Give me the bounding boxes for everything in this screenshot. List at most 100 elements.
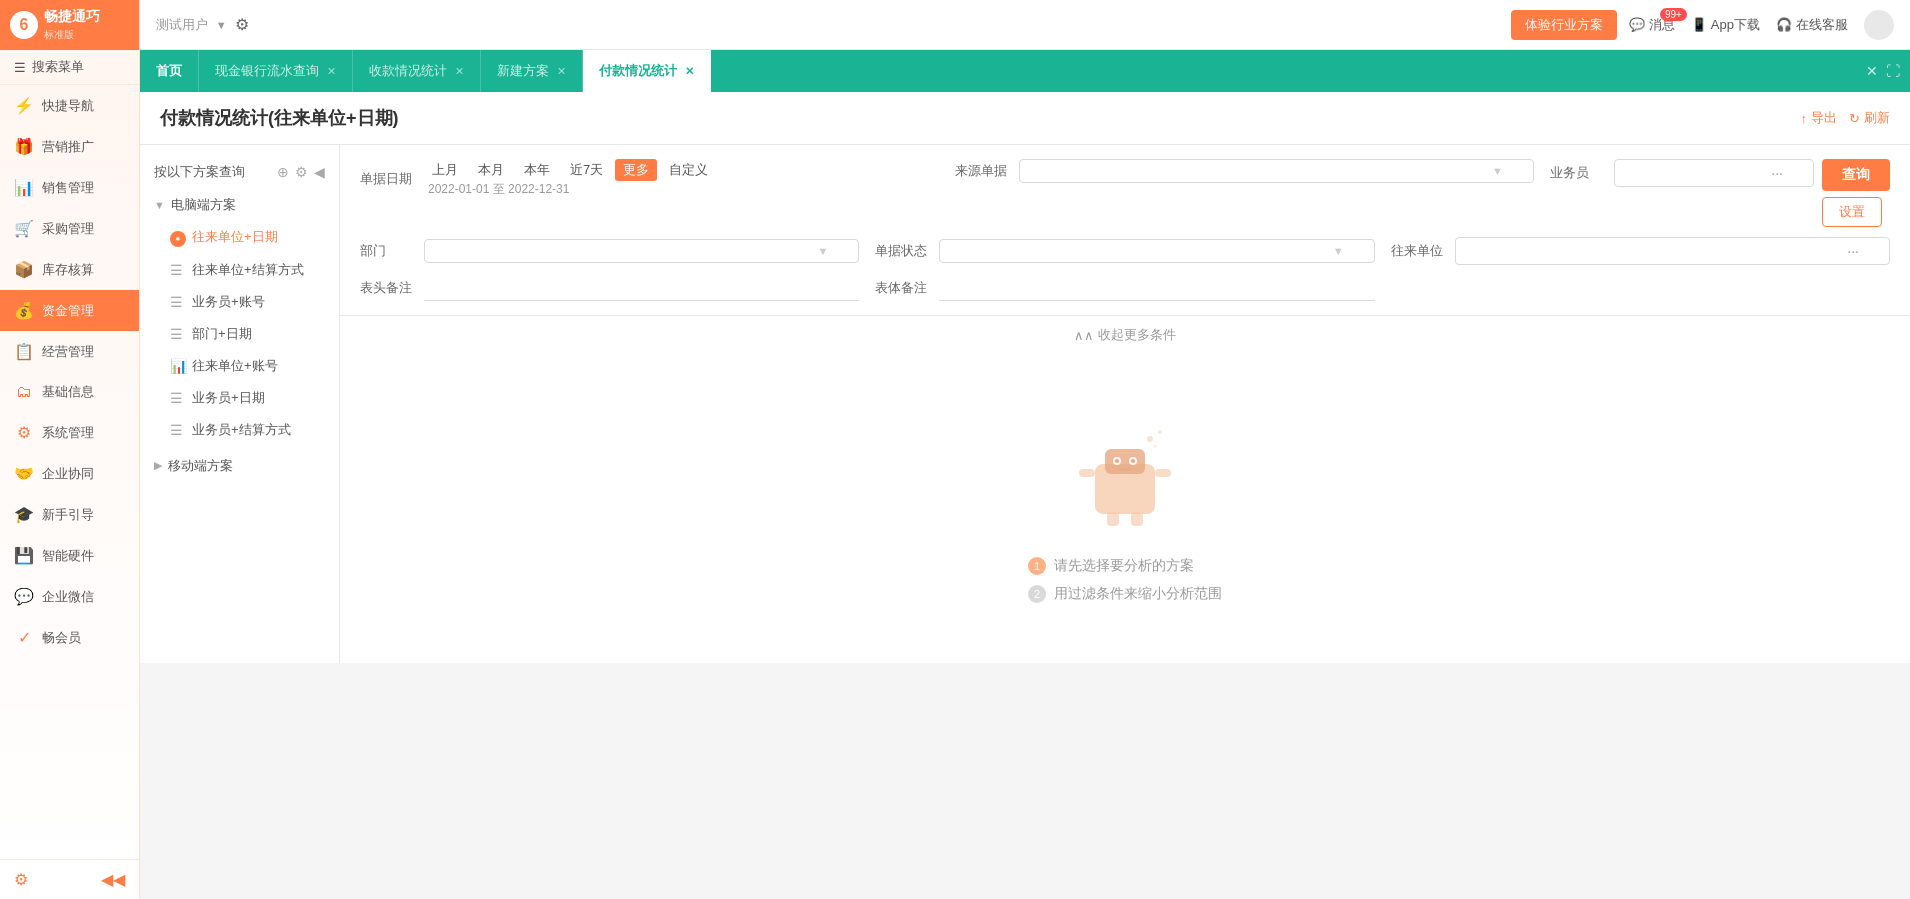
mobile-group-chevron-icon: ▶ [154,459,162,472]
date-btn-custom[interactable]: 自定义 [661,159,716,181]
app-download-btn[interactable]: 📱 App下载 [1691,16,1760,34]
setting-btn[interactable]: 设置 [1822,197,1882,227]
sidebar-item-purchase[interactable]: 🛒 采购管理 [0,208,139,249]
agent-dots-icon[interactable]: ··· [1771,165,1783,181]
tabbar-maximize-icon[interactable]: ⛶ [1886,63,1900,79]
partner-select[interactable]: ··· [1455,237,1890,265]
plan-item-agent-account[interactable]: ☰ 业务员+账号 [140,286,339,318]
main-area: 测试用户 ▼ ⚙ 体验行业方案 💬 消息 99+ 📱 App下载 🎧 在线客服 [140,0,1910,899]
sidebar-item-guide[interactable]: 🎓 新手引导 [0,494,139,535]
tab-receivable[interactable]: 收款情况统计 ✕ [353,50,481,92]
sidebar-item-sales[interactable]: 📊 销售管理 [0,167,139,208]
plan-item-partner-account[interactable]: 📊 往来单位+账号 [140,350,339,382]
settings-plan-icon[interactable]: ⚙ [295,164,308,180]
tab-home[interactable]: 首页 [140,50,199,92]
plan-item-icon-1: ☰ [170,262,186,278]
date-btn-last-month[interactable]: 上月 [424,159,466,181]
add-plan-icon[interactable]: ⊕ [277,164,289,180]
dept-chevron-icon: ▼ [817,245,828,257]
user-name: 测试用户 [156,16,212,34]
filter-header-note: 表头备注 [360,275,859,301]
plan-item-label: 部门+日期 [192,325,252,343]
header-note-label: 表头备注 [360,279,416,297]
query-btn[interactable]: 查询 [1822,159,1890,191]
dept-label: 部门 [360,242,416,260]
status-select[interactable]: ▼ [939,239,1374,263]
sidebar-item-quick-nav[interactable]: ⚡ 快捷导航 [0,85,139,126]
agent-select[interactable]: ··· [1614,159,1814,187]
collapse-btn[interactable]: ∧∧ 收起更多条件 [1074,326,1176,344]
filter-source: 来源单据 ▼ [955,159,1534,183]
plan-item-agent-settle[interactable]: ☰ 业务员+结算方式 [140,414,339,446]
partner-dots-icon[interactable]: ··· [1847,243,1859,259]
status-label: 单据状态 [875,242,931,260]
tabbar-close-all-icon[interactable]: ✕ [1866,63,1878,79]
source-control: ▼ [1019,159,1534,183]
date-btn-7days[interactable]: 近7天 [562,159,611,181]
plan-item-partner-date[interactable]: ● 往来单位+日期 [140,221,339,254]
export-label: 导出 [1811,109,1837,127]
mobile-group-label: 移动端方案 [168,457,233,475]
dept-select[interactable]: ▼ [424,239,859,263]
plan-item-partner-settle[interactable]: ☰ 往来单位+结算方式 [140,254,339,286]
source-select[interactable]: ▼ [1019,159,1534,183]
result-area: 1 请先选择要分析的方案 2 用过滤条件来缩小分析范围 [340,354,1910,663]
plan-item-agent-date[interactable]: ☰ 业务员+日期 [140,382,339,414]
date-btn-this-year[interactable]: 本年 [516,159,558,181]
message-btn[interactable]: 💬 消息 99+ [1629,16,1675,34]
sidebar-label: 企业微信 [42,588,94,606]
collapse-panel-icon[interactable]: ◀ [314,164,325,180]
date-btn-more[interactable]: 更多 [615,159,657,181]
tab-receivable-close-icon[interactable]: ✕ [455,65,464,78]
sidebar-footer: ⚙ ◀◀ [0,859,139,899]
sidebar-item-enterprise[interactable]: 🤝 企业协同 [0,453,139,494]
tab-new-plan-close-icon[interactable]: ✕ [557,65,566,78]
topbar-gear-icon[interactable]: ⚙ [235,15,249,34]
settings-icon[interactable]: ⚙ [14,870,28,889]
refresh-btn[interactable]: ↻ 刷新 [1849,109,1890,127]
service-label: 在线客服 [1796,16,1848,34]
sidebar-item-capital[interactable]: 💰 资金管理 [0,290,139,331]
desktop-group-chevron-icon: ▼ [154,199,165,211]
content-wrapper: 按以下方案查询 ⊕ ⚙ ◀ ▼ 电脑端方案 ● [140,145,1910,663]
trial-btn[interactable]: 体验行业方案 [1511,10,1617,40]
capital-icon: 💰 [14,301,34,320]
plan-item-dept-date[interactable]: ☰ 部门+日期 [140,318,339,350]
body-note-input[interactable] [939,275,1374,301]
right-area: 单据日期 上月 本月 本年 近7天 更多 自定义 20 [340,145,1910,663]
plan-group-desktop-header[interactable]: ▼ 电脑端方案 [140,189,339,221]
tab-cash-flow-close-icon[interactable]: ✕ [327,65,336,78]
export-btn[interactable]: ↑ 导出 [1801,109,1838,127]
tip-text-1: 请先选择要分析的方案 [1054,557,1194,575]
plan-group-mobile-header[interactable]: ▶ 移动端方案 [140,450,339,482]
collapse-up-icon: ∧∧ [1074,328,1094,343]
user-chevron-icon: ▼ [216,19,227,31]
tab-payment-stat-close-icon[interactable]: ✕ [685,65,694,78]
sidebar-item-marketing[interactable]: 🎁 营销推广 [0,126,139,167]
sidebar-item-operation[interactable]: 📋 经营管理 [0,331,139,372]
header-note-input[interactable] [424,275,859,301]
collapse-row: ∧∧ 收起更多条件 [340,315,1910,354]
sidebar-item-hardware[interactable]: 💾 智能硬件 [0,535,139,576]
sidebar-item-wechat[interactable]: 💬 企业微信 [0,576,139,617]
search-menu[interactable]: ☰ 搜索菜单 [0,50,139,85]
date-btn-this-month[interactable]: 本月 [470,159,512,181]
online-service-btn[interactable]: 🎧 在线客服 [1776,16,1848,34]
plan-item-label: 往来单位+账号 [192,357,278,375]
tab-cash-flow[interactable]: 现金银行流水查询 ✕ [199,50,353,92]
page-header: 付款情况统计(往来单位+日期) ↑ 导出 ↻ 刷新 [140,92,1910,145]
collapse-sidebar-icon[interactable]: ◀◀ [101,870,125,889]
sidebar-item-system[interactable]: ⚙ 系统管理 [0,412,139,453]
tab-new-plan[interactable]: 新建方案 ✕ [481,50,583,92]
partner-control: ··· [1455,237,1890,265]
logo-text: 畅捷通巧 [44,8,100,26]
sidebar-item-basic-info[interactable]: 🗂 基础信息 [0,372,139,412]
avatar[interactable] [1864,10,1894,40]
svg-rect-8 [1155,469,1171,477]
filter-date: 单据日期 上月 本月 本年 近7天 更多 自定义 20 [360,159,939,198]
sidebar-item-inventory[interactable]: 📦 库存核算 [0,249,139,290]
basic-info-icon: 🗂 [14,383,34,401]
search-icon: ☰ [14,60,26,75]
tab-payment-stat[interactable]: 付款情况统计 ✕ [583,50,711,92]
sidebar-item-member[interactable]: ✓ 畅会员 [0,617,139,658]
